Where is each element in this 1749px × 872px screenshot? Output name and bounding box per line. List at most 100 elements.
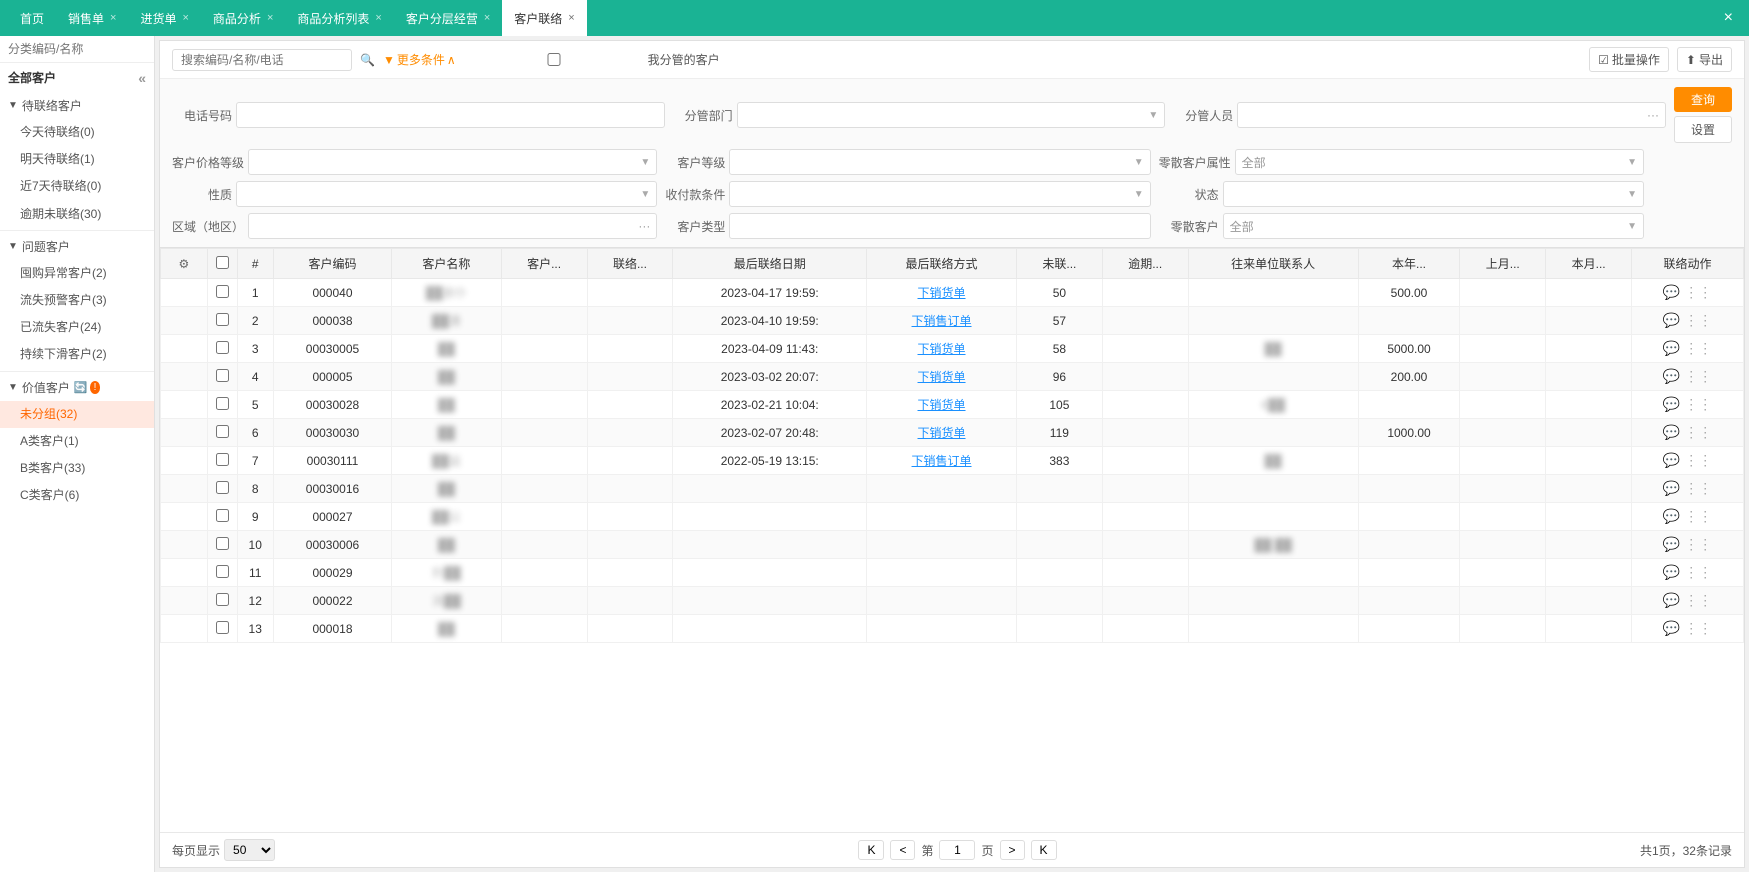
- last-method-cell[interactable]: [867, 615, 1017, 643]
- last-method-cell[interactable]: [867, 531, 1017, 559]
- row-checkbox-cell[interactable]: [207, 503, 237, 531]
- batch-op-btn[interactable]: ☑ 批量操作: [1589, 47, 1669, 72]
- region-select[interactable]: ···: [248, 213, 657, 239]
- last-date-col-header[interactable]: 最后联络日期: [673, 249, 867, 279]
- last-month-col-header[interactable]: 上月...: [1460, 249, 1546, 279]
- name-col-header[interactable]: 客户名称: [392, 249, 501, 279]
- refresh-icon[interactable]: 🔄: [74, 381, 88, 394]
- phone-action-icon[interactable]: 💬: [1663, 340, 1680, 357]
- close-icon[interactable]: ×: [267, 12, 273, 24]
- per-page-select[interactable]: 50 100 200: [224, 839, 275, 861]
- status-select[interactable]: ▼: [1223, 181, 1644, 207]
- more-action-icon[interactable]: ⋮⋮: [1684, 284, 1712, 301]
- close-icon[interactable]: ×: [568, 12, 574, 24]
- select-all-checkbox[interactable]: [216, 256, 229, 269]
- reset-btn[interactable]: 设置: [1674, 116, 1732, 143]
- manager-select[interactable]: ···: [1237, 102, 1666, 128]
- row-checkbox[interactable]: [216, 313, 229, 326]
- row-checkbox-cell[interactable]: [207, 531, 237, 559]
- nature-select[interactable]: ▼: [236, 181, 657, 207]
- tab-customer-contact[interactable]: 客户联络 ×: [502, 0, 586, 36]
- scatter-cust-select[interactable]: 全部 ▼: [1223, 213, 1644, 239]
- last-method-cell[interactable]: 下销货单: [867, 363, 1017, 391]
- last-method-cell[interactable]: 下销售订单: [867, 307, 1017, 335]
- search-input[interactable]: [172, 49, 352, 71]
- phone-action-icon[interactable]: 💬: [1663, 564, 1680, 581]
- row-checkbox[interactable]: [216, 369, 229, 382]
- row-checkbox-cell[interactable]: [207, 559, 237, 587]
- home-tab[interactable]: 首页: [8, 0, 56, 36]
- row-checkbox[interactable]: [216, 621, 229, 634]
- more-action-icon[interactable]: ⋮⋮: [1684, 312, 1712, 329]
- phone-action-icon[interactable]: 💬: [1663, 620, 1680, 637]
- prev-page-btn[interactable]: <: [890, 840, 915, 860]
- more-action-icon[interactable]: ⋮⋮: [1684, 620, 1712, 637]
- last-method-cell[interactable]: 下销货单: [867, 419, 1017, 447]
- phone-action-icon[interactable]: 💬: [1663, 368, 1680, 385]
- sidebar-item-overdue[interactable]: 逾期未联络(30): [0, 201, 154, 228]
- code-col-header[interactable]: 客户编码: [273, 249, 391, 279]
- tab-sales[interactable]: 销售单 ×: [56, 0, 128, 36]
- sidebar-item-abnormal[interactable]: 囤购异常客户(2): [0, 260, 154, 287]
- query-btn[interactable]: 查询: [1674, 87, 1732, 112]
- cust-level-select[interactable]: ▼: [729, 149, 1150, 175]
- category-search-input[interactable]: [8, 42, 155, 56]
- last-method-cell[interactable]: 下销售订单: [867, 447, 1017, 475]
- year-amount-col-header[interactable]: 本年...: [1358, 249, 1460, 279]
- row-checkbox-cell[interactable]: [207, 615, 237, 643]
- row-checkbox-cell[interactable]: [207, 475, 237, 503]
- phone-action-icon[interactable]: 💬: [1663, 396, 1680, 413]
- no-contact-col-header[interactable]: 未联...: [1016, 249, 1102, 279]
- export-btn[interactable]: ⬆ 导出: [1677, 47, 1732, 72]
- row-checkbox-cell[interactable]: [207, 587, 237, 615]
- phone-action-icon[interactable]: 💬: [1663, 452, 1680, 469]
- all-customers-header[interactable]: 全部客户 «: [0, 63, 154, 92]
- row-checkbox[interactable]: [216, 425, 229, 438]
- sidebar-item-b-class[interactable]: B类客户(33): [0, 455, 154, 482]
- sidebar-item-7days[interactable]: 近7天待联络(0): [0, 173, 154, 200]
- page-number-input[interactable]: [939, 840, 975, 860]
- row-checkbox[interactable]: [216, 537, 229, 550]
- more-action-icon[interactable]: ⋮⋮: [1684, 480, 1712, 497]
- close-icon[interactable]: ×: [375, 12, 381, 24]
- phone-action-icon[interactable]: 💬: [1663, 424, 1680, 441]
- checkbox-col-header[interactable]: [207, 249, 237, 279]
- phone-action-icon[interactable]: 💬: [1663, 536, 1680, 553]
- row-checkbox[interactable]: [216, 481, 229, 494]
- price-level-select[interactable]: ▼: [248, 149, 657, 175]
- last-method-cell[interactable]: [867, 587, 1017, 615]
- row-checkbox-cell[interactable]: [207, 307, 237, 335]
- more-action-icon[interactable]: ⋮⋮: [1684, 452, 1712, 469]
- payment-select[interactable]: ▼: [729, 181, 1150, 207]
- tab-product-list[interactable]: 商品分析列表 ×: [285, 0, 393, 36]
- my-customer-checkbox-area[interactable]: 我分管的客户: [464, 51, 720, 68]
- phone-action-icon[interactable]: 💬: [1663, 508, 1680, 525]
- row-checkbox-cell[interactable]: [207, 447, 237, 475]
- last-method-col-header[interactable]: 最后联络方式: [867, 249, 1017, 279]
- row-checkbox-cell[interactable]: [207, 335, 237, 363]
- more-action-icon[interactable]: ⋮⋮: [1684, 536, 1712, 553]
- settings-col-header[interactable]: ⚙: [161, 249, 208, 279]
- close-window-btn[interactable]: ×: [1716, 9, 1741, 27]
- sidebar-item-c-class[interactable]: C类客户(6): [0, 482, 154, 509]
- row-checkbox[interactable]: [216, 397, 229, 410]
- sidebar-item-tomorrow[interactable]: 明天待联络(1): [0, 146, 154, 173]
- sidebar-item-declining[interactable]: 持续下滑客户(2): [0, 341, 154, 368]
- row-checkbox[interactable]: [216, 453, 229, 466]
- sidebar-group-problem[interactable]: ▼ 问题客户: [0, 233, 154, 260]
- phone-action-icon[interactable]: 💬: [1663, 312, 1680, 329]
- this-month-col-header[interactable]: 本月...: [1546, 249, 1632, 279]
- my-customer-checkbox[interactable]: [464, 53, 644, 66]
- type-col-header[interactable]: 客户...: [501, 249, 587, 279]
- row-checkbox[interactable]: [216, 341, 229, 354]
- close-icon[interactable]: ×: [484, 12, 490, 24]
- contact-col-header[interactable]: 联络...: [587, 249, 673, 279]
- last-method-cell[interactable]: 下销货单: [867, 391, 1017, 419]
- row-checkbox-cell[interactable]: [207, 391, 237, 419]
- phone-action-icon[interactable]: 💬: [1663, 480, 1680, 497]
- more-action-icon[interactable]: ⋮⋮: [1684, 368, 1712, 385]
- last-method-cell[interactable]: [867, 475, 1017, 503]
- phone-action-icon[interactable]: 💬: [1663, 592, 1680, 609]
- row-checkbox-cell[interactable]: [207, 419, 237, 447]
- tab-product-analysis[interactable]: 商品分析 ×: [201, 0, 285, 36]
